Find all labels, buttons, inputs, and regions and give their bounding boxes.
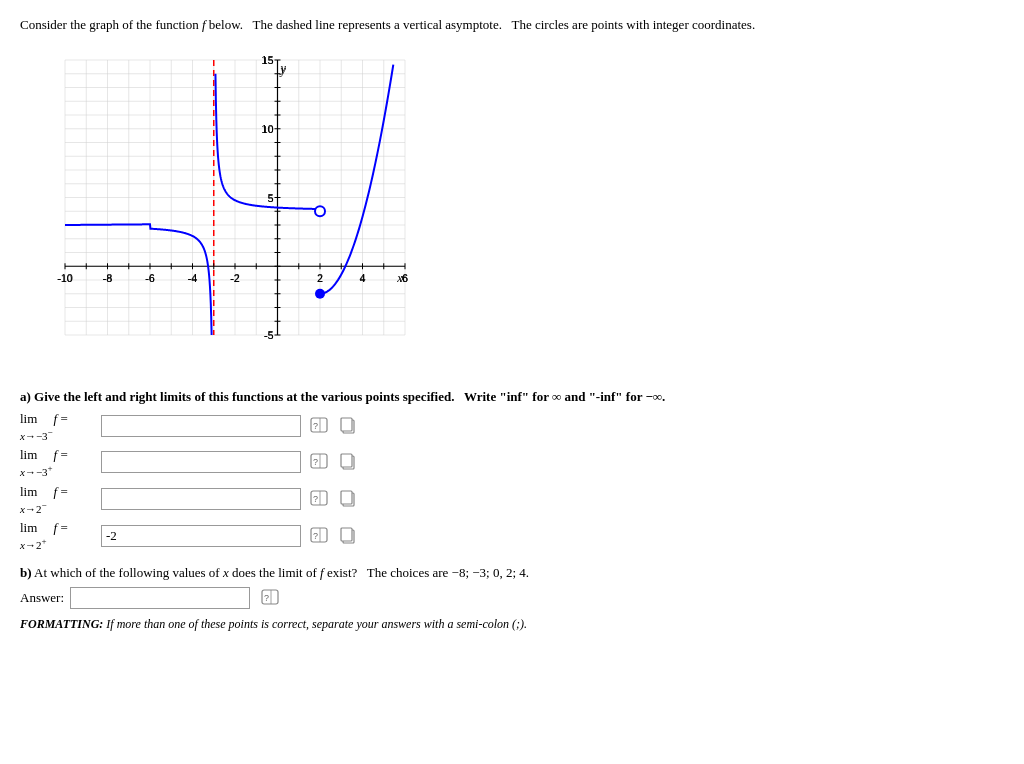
limit-label-4: lim f = x→2+ <box>20 520 95 551</box>
limit-input-3[interactable] <box>101 488 301 510</box>
limit-label-2: lim f = x→−3+ <box>20 447 95 478</box>
instructions-text: Consider the graph of the function f bel… <box>20 15 1004 35</box>
svg-text:?: ? <box>264 593 269 603</box>
answer-input-b[interactable] <box>70 587 250 609</box>
limit-label-1: lim f = x→−3− <box>20 411 95 442</box>
svg-text:?: ? <box>313 531 318 541</box>
answer-label-b: Answer: <box>20 590 64 606</box>
hint-icon-2[interactable]: ? <box>308 451 330 473</box>
graph-container <box>20 45 420 365</box>
hint-icon-1[interactable]: ? <box>308 415 330 437</box>
copy-icon-1[interactable] <box>337 415 359 437</box>
section-b-question: b) At which of the following values of x… <box>20 565 1004 581</box>
limit-row-3: lim f = x→2− ? <box>20 484 1004 515</box>
limit-row-2: lim f = x→−3+ ? <box>20 447 1004 478</box>
svg-rect-4 <box>341 418 352 431</box>
copy-icon-2[interactable] <box>337 451 359 473</box>
limit-row-1: lim f = x→−3− ? <box>20 411 1004 442</box>
copy-icon-3[interactable] <box>337 488 359 510</box>
limit-input-1[interactable] <box>101 415 301 437</box>
svg-rect-9 <box>341 454 352 467</box>
svg-text:?: ? <box>313 494 318 504</box>
answer-row-b: Answer: ? <box>20 587 1004 609</box>
limit-input-2[interactable] <box>101 451 301 473</box>
section-a-label: a) Give the left and right limits of thi… <box>20 389 1004 405</box>
limit-input-4[interactable] <box>101 525 301 547</box>
hint-icon-4[interactable]: ? <box>308 525 330 547</box>
hint-icon-b[interactable]: ? <box>259 587 281 609</box>
copy-icon-4[interactable] <box>337 525 359 547</box>
limit-label-3: lim f = x→2− <box>20 484 95 515</box>
hint-icon-3[interactable]: ? <box>308 488 330 510</box>
svg-rect-14 <box>341 491 352 504</box>
formatting-note: FORMATTING: If more than one of these po… <box>20 617 1004 632</box>
svg-rect-19 <box>341 528 352 541</box>
svg-text:?: ? <box>313 457 318 467</box>
function-graph <box>20 45 420 365</box>
svg-text:?: ? <box>313 421 318 431</box>
limit-row-4: lim f = x→2+ ? <box>20 520 1004 551</box>
